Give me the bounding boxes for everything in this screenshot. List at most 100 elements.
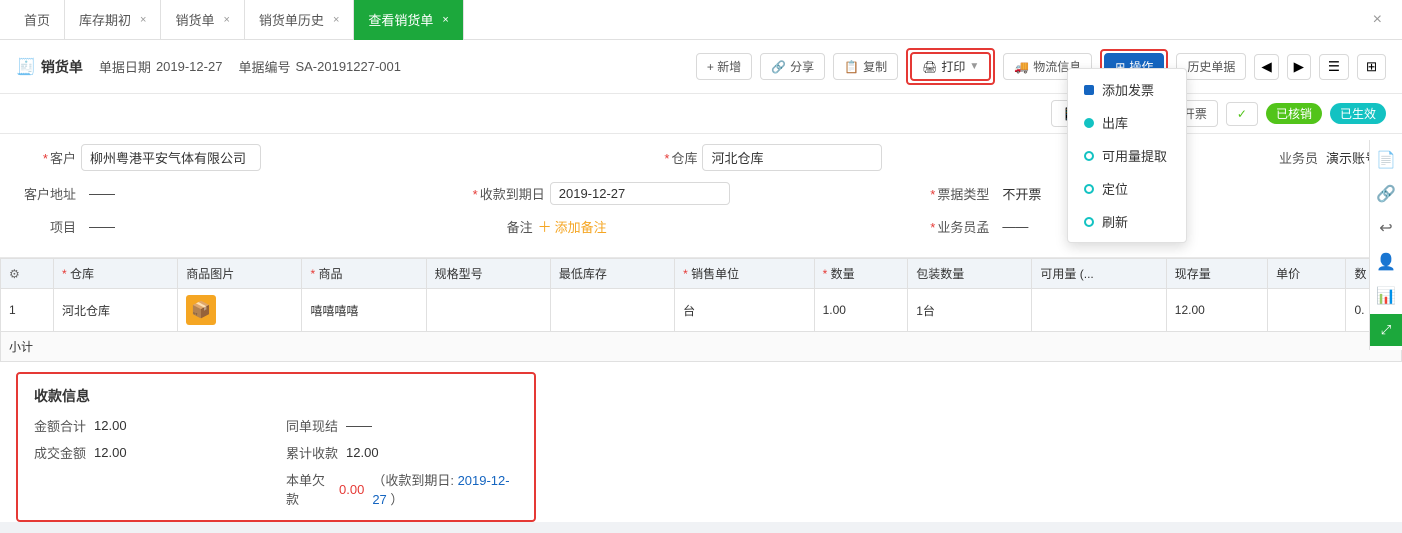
subtotal-row: 小计 <box>1 332 1402 362</box>
doc-number-value: SA-20191227-001 <box>295 59 401 74</box>
nav-prev-button[interactable]: ◀ <box>1254 54 1278 80</box>
tab-inventory-init[interactable]: 库存期初 × <box>65 0 161 40</box>
note-label: 备注 <box>473 217 533 236</box>
th-min-stock: 最低库存 <box>550 259 674 289</box>
due-date-label: *收款到期日 <box>473 184 545 203</box>
cell-spec <box>426 289 550 332</box>
cell-stock: 12.00 <box>1166 289 1267 332</box>
sidebar-chart-icon[interactable]: 📊 <box>1370 280 1402 312</box>
same-bill-label: 同单现结 <box>286 416 338 435</box>
menu-available-pickup[interactable]: 可用量提取 <box>1068 139 1186 172</box>
address-field: 客户地址 —— <box>16 183 473 204</box>
doc-actions: + 新增 🔗 分享 📋 复制 🖨 打印 ▼ 🚚 物流信息 <box>696 48 1386 85</box>
tab-home[interactable]: 首页 <box>10 0 65 40</box>
transaction-amount-value: 12.00 <box>94 445 127 460</box>
add-invoice-icon <box>1084 85 1094 95</box>
new-button[interactable]: + 新增 <box>696 53 752 80</box>
th-available: 可用量 (... <box>1032 259 1166 289</box>
share-button[interactable]: 🔗 分享 <box>760 53 825 80</box>
cumulative-collection-item: 累计收款 12.00 <box>286 443 518 462</box>
tab-sales-order[interactable]: 销货单 × <box>161 0 244 40</box>
tab-sales-order-history-close[interactable]: × <box>333 14 339 26</box>
cell-seq: 1 <box>1 289 54 332</box>
same-bill-item: 同单现结 —— <box>286 416 518 435</box>
cell-warehouse: 河北仓库 <box>54 289 178 332</box>
due-date-value[interactable]: 2019-12-27 <box>550 182 730 205</box>
doc-number-field: 单据编号 SA-20191227-001 <box>238 57 401 76</box>
cumulative-collection-label: 累计收款 <box>286 443 338 462</box>
tab-sales-order-history[interactable]: 销货单历史 × <box>245 0 354 40</box>
doc-meta: 单据日期 2019-12-27 单据编号 SA-20191227-001 <box>99 57 401 76</box>
address-label: 客户地址 <box>16 184 76 203</box>
sidebar-link-icon[interactable]: 🔗 <box>1370 178 1402 210</box>
customer-field: *客户 柳州粤港平安气体有限公司 <box>16 144 637 171</box>
due-date-field: *收款到期日 2019-12-27 <box>473 182 930 205</box>
right-sidebar: 📄 🔗 ↩ 👤 📊 ⤢ <box>1369 140 1402 350</box>
print-highlight-box: 🖨 打印 ▼ <box>906 48 995 85</box>
address-value: —— <box>81 183 123 204</box>
current-arrears-item <box>34 470 266 508</box>
note-field: 备注 ＋ 添加备注 <box>473 217 930 237</box>
print-button[interactable]: 🖨 打印 ▼ <box>910 52 991 81</box>
project-label: 项目 <box>16 217 76 236</box>
sidebar-return-icon[interactable]: ↩ <box>1370 212 1402 244</box>
ticket-type-value: 不开票 <box>994 181 1049 206</box>
copy-button[interactable]: 📋 复制 <box>833 53 898 80</box>
menu-locate[interactable]: 定位 <box>1068 172 1186 205</box>
product-image: 📦 <box>186 295 216 325</box>
current-arrears-row: 本单欠款 0.00 （收款到期日: 2019-12-27 ） <box>286 470 518 508</box>
sidebar-expand-icon[interactable]: ⤢ <box>1370 314 1402 346</box>
tab-bar-close[interactable]: × <box>1363 11 1392 29</box>
print-button-label: 打印 <box>941 58 965 75</box>
tab-view-sales-order[interactable]: 查看销货单 × <box>354 0 463 40</box>
menu-refresh[interactable]: 刷新 <box>1068 205 1186 238</box>
cell-product: 嘻嘻嘻嘻 <box>302 289 426 332</box>
completed-sale-badge: 已核销 <box>1266 103 1322 124</box>
view-table-button[interactable]: ☰ <box>1319 54 1349 80</box>
th-warehouse: * 仓库 <box>54 259 178 289</box>
subtotal-label: 小计 <box>1 332 1402 362</box>
doc-title: 🧾 销货单 <box>16 57 83 77</box>
menu-out-warehouse[interactable]: 出库 <box>1068 106 1186 139</box>
view-grid-button[interactable]: ⊞ <box>1357 54 1386 80</box>
tab-view-sales-order-close[interactable]: × <box>442 14 448 26</box>
doc-header: 🧾 销货单 单据日期 2019-12-27 单据编号 SA-20191227-0… <box>0 40 1402 94</box>
salesperson-label: *业务员孟 <box>929 217 989 236</box>
tab-sales-order-close[interactable]: × <box>223 14 229 26</box>
refresh-label: 刷新 <box>1102 212 1128 231</box>
tab-inventory-init-close[interactable]: × <box>140 14 146 26</box>
sidebar-user-icon[interactable]: 👤 <box>1370 246 1402 278</box>
project-field: 项目 —— <box>16 216 473 237</box>
check-icon-button[interactable]: ✓ <box>1226 102 1258 126</box>
cell-quantity: 1.00 <box>814 289 908 332</box>
cumulative-collection-value: 12.00 <box>346 445 379 460</box>
add-invoice-label: 添加发票 <box>1102 80 1154 99</box>
sidebar-doc-icon[interactable]: 📄 <box>1370 144 1402 176</box>
nav-next-button[interactable]: ▶ <box>1287 54 1311 80</box>
summary-title: 收款信息 <box>34 386 518 406</box>
out-warehouse-label: 出库 <box>1102 113 1128 132</box>
available-pickup-icon <box>1084 151 1094 161</box>
total-amount-value: 12.00 <box>94 418 127 433</box>
effective-badge: 已生效 <box>1330 103 1386 124</box>
menu-add-invoice[interactable]: 添加发票 <box>1068 73 1186 106</box>
th-pack-qty: 包装数量 <box>908 259 1032 289</box>
current-arrears-label: 本单欠款 <box>286 470 331 508</box>
customer-value[interactable]: 柳州粤港平安气体有限公司 <box>81 144 261 171</box>
new-button-label: + 新增 <box>707 58 741 75</box>
warehouse-value[interactable]: 河北仓库 <box>702 144 882 171</box>
tab-view-sales-order-label: 查看销货单 <box>368 10 433 29</box>
doc-title-text: 销货单 <box>41 57 83 77</box>
tab-bar: 首页 库存期初 × 销货单 × 销货单历史 × 查看销货单 × × <box>0 0 1402 40</box>
th-sales-unit: * 销售单位 <box>675 259 815 289</box>
doc-date-label: 单据日期 <box>99 57 151 76</box>
out-warehouse-icon <box>1084 118 1094 128</box>
th-stock: 现存量 <box>1166 259 1267 289</box>
tab-home-label: 首页 <box>24 10 50 29</box>
add-note-button[interactable]: ＋ 添加备注 <box>538 217 607 237</box>
th-settings[interactable]: ⚙ <box>1 259 54 289</box>
tab-sales-order-history-label: 销货单历史 <box>259 10 324 29</box>
salesperson-value: —— <box>994 216 1036 237</box>
cell-available <box>1032 289 1166 332</box>
th-spec: 规格型号 <box>426 259 550 289</box>
